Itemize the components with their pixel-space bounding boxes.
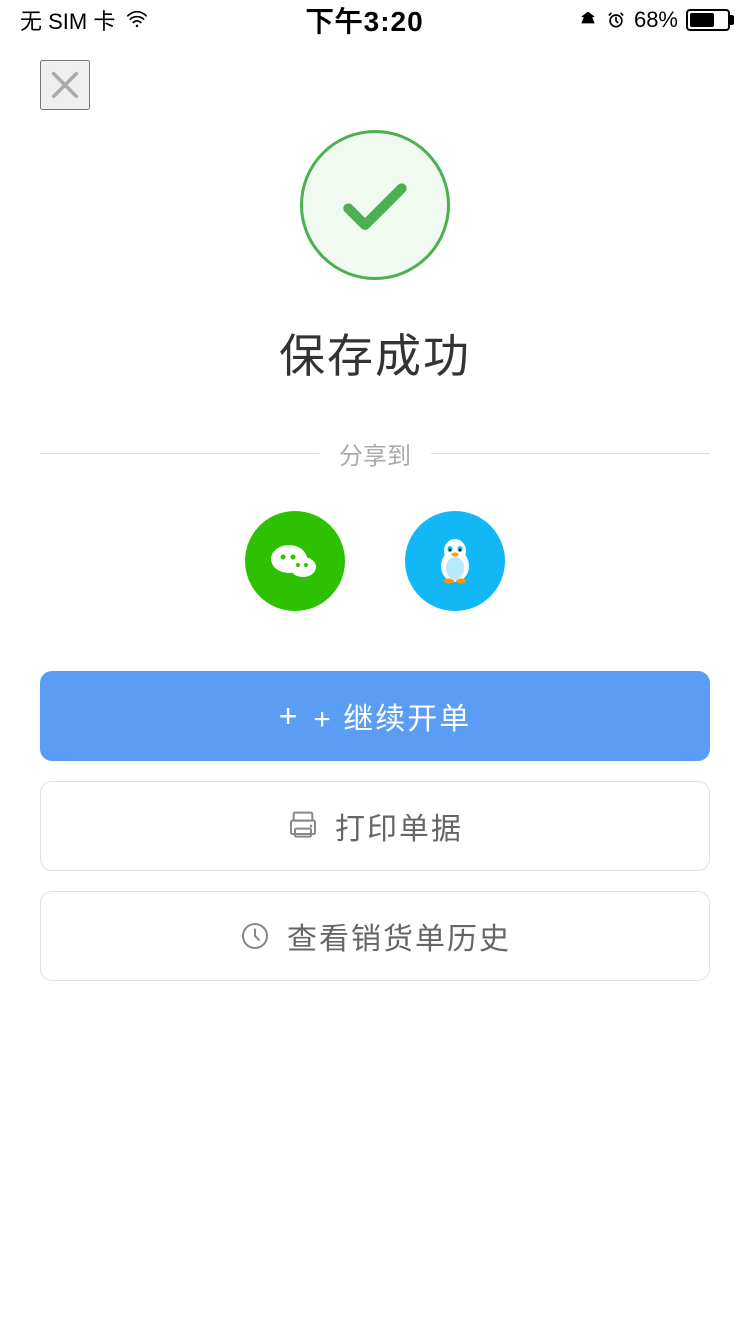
print-label: 打印单据	[335, 804, 463, 848]
main-content: 保存成功 分享到	[0, 40, 750, 1334]
status-left: 无 SIM 卡	[20, 4, 151, 36]
share-label: 分享到	[339, 436, 411, 471]
share-section: 分享到	[40, 436, 710, 611]
close-icon	[48, 68, 82, 102]
printer-icon	[287, 810, 319, 842]
status-time: 下午3:20	[306, 0, 424, 40]
continue-label: + 继续开单	[313, 694, 471, 738]
history-label: 查看销货单历史	[287, 914, 511, 958]
continue-button[interactable]: + + 继续开单	[40, 671, 710, 761]
wechat-icon	[265, 531, 325, 591]
clock-icon	[239, 920, 271, 952]
alarm-icon	[606, 10, 626, 30]
close-button[interactable]	[40, 60, 90, 110]
wifi-icon	[123, 10, 151, 30]
plus-icon: +	[279, 698, 298, 735]
print-button[interactable]: 打印单据	[40, 781, 710, 871]
success-title: 保存成功	[279, 320, 471, 386]
divider-right	[431, 453, 710, 454]
battery-block	[686, 9, 730, 31]
status-bar: 无 SIM 卡 下午3:20 68%	[0, 0, 750, 40]
divider-left	[40, 453, 319, 454]
share-divider: 分享到	[40, 436, 710, 471]
checkmark-icon	[335, 165, 415, 245]
success-circle	[300, 130, 450, 280]
wechat-share-button[interactable]	[245, 511, 345, 611]
buttons-section: + + 继续开单 打印单据 查看销货单历史	[40, 671, 710, 981]
share-icons	[245, 511, 505, 611]
no-sim-label: 无 SIM 卡	[20, 4, 115, 36]
qq-share-button[interactable]	[405, 511, 505, 611]
success-section: 保存成功	[40, 130, 710, 386]
qq-icon	[425, 531, 485, 591]
location-icon	[578, 10, 598, 30]
history-button[interactable]: 查看销货单历史	[40, 891, 710, 981]
battery-icon	[686, 9, 730, 31]
battery-fill	[690, 13, 714, 27]
status-right: 68%	[578, 7, 730, 33]
battery-percent: 68%	[634, 7, 678, 33]
